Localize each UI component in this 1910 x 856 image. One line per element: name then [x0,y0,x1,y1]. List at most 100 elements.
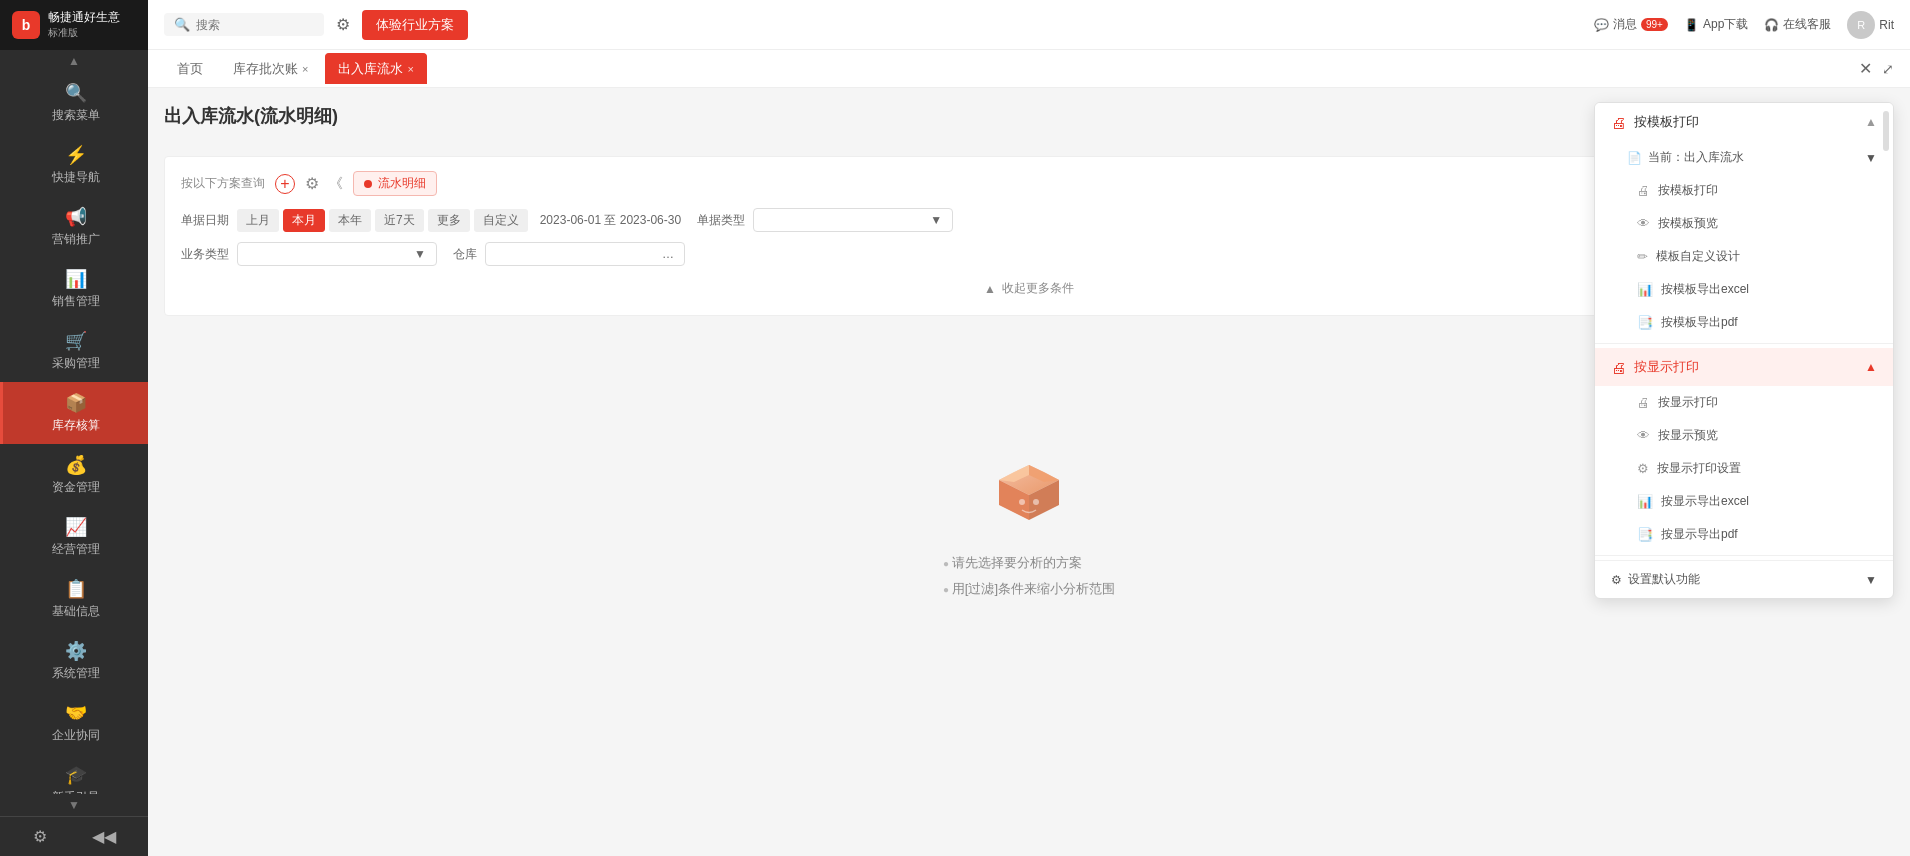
this-year-btn[interactable]: 本年 [329,209,371,232]
template-section-chevron-icon: ▲ [1865,115,1877,129]
sidebar-item-sales[interactable]: 📊 销售管理 [0,258,148,320]
display-preview-label: 按显示预览 [1658,427,1718,444]
sidebar-scroll-up[interactable]: ▲ [0,50,148,72]
message-label: 消息 [1613,16,1637,33]
scrollbar-thumb [1883,111,1889,151]
app-download-btn[interactable]: 📱 App下载 [1684,16,1748,33]
settings-button[interactable]: ⚙ [33,827,47,846]
sidebar-item-finance[interactable]: 💰 资金管理 [0,444,148,506]
filter-active-tag[interactable]: 流水明细 [353,171,437,196]
template-export-pdf-item[interactable]: 📑 按模板导出pdf [1595,306,1893,339]
template-custom-icon: ✏ [1637,249,1648,264]
app-logo-icon: b [12,11,40,39]
warehouse-select[interactable]: … [485,242,685,266]
tab-batch-account-close[interactable]: × [302,63,308,75]
sidebar-item-system[interactable]: ⚙️ 系统管理 [0,630,148,692]
sidebar-scroll-down[interactable]: ▼ [0,794,148,816]
current-template-header[interactable]: 📄 当前：出入库流水 ▼ [1595,141,1893,174]
user-avatar-btn[interactable]: R Rit [1847,11,1894,39]
date-range: 2023-06-01 至 2023-06-30 [540,212,681,229]
more-date-btn[interactable]: 更多 [428,209,470,232]
message-btn[interactable]: 💬 消息 99+ [1594,16,1668,33]
sidebar-item-search[interactable]: 🔍 搜索菜单 [0,72,148,134]
display-export-pdf-item[interactable]: 📑 按显示导出pdf [1595,518,1893,551]
set-default-btn[interactable]: ⚙ 设置默认功能 ▼ [1595,560,1893,598]
sidebar-nav: 🔍 搜索菜单 ⚡ 快捷导航 📢 营销推广 📊 销售管理 🛒 采购管理 📦 库存核… [0,72,148,794]
message-icon: 💬 [1594,18,1609,32]
search-input[interactable] [196,18,314,32]
template-custom-label: 模板自定义设计 [1656,248,1740,265]
template-print-item[interactable]: 🖨 按模板打印 [1595,174,1893,207]
sidebar-item-label-operation: 经营管理 [52,541,100,558]
filter-active-tag-label: 流水明细 [378,175,426,192]
sidebar-item-enterprise[interactable]: 🤝 企业协同 [0,692,148,754]
current-template-label: 当前：出入库流水 [1648,149,1744,166]
settings-icon[interactable]: ⚙ [336,15,350,34]
inventory-icon: 📦 [65,392,87,414]
set-default-label: 设置默认功能 [1628,571,1700,588]
page-title: 出入库流水(流水明细) [164,104,338,128]
sidebar-item-basic[interactable]: 📋 基础信息 [0,568,148,630]
dropdown-separator-2 [1595,555,1893,556]
display-print-item[interactable]: 🖨 按显示打印 [1595,386,1893,419]
display-section-chevron-icon: ▲ [1865,360,1877,374]
last-7-days-btn[interactable]: 近7天 [375,209,424,232]
maximize-icon[interactable]: ⤢ [1882,61,1894,77]
tab-batch-account[interactable]: 库存批次账 × [220,53,321,84]
template-print-section-label: 按模板打印 [1634,113,1699,131]
template-print-section-icon: 🖨 [1611,114,1626,131]
sidebar-bottom: ⚙ ◀◀ [0,816,148,856]
tabs-close-all-button[interactable]: ✕ [1859,59,1872,78]
template-print-section-header[interactable]: 🖨 按模板打印 ▲ [1595,103,1893,141]
page-content: 出入库流水(流水明细) 🖨 按模板打印 ▲ ↑ 导出 ↺ 刷新 [148,88,1910,856]
business-type-select[interactable]: ▼ [237,242,437,266]
template-print-label: 按模板打印 [1658,182,1718,199]
print-dropdown-panel: 🖨 按模板打印 ▲ 📄 当前：出入库流水 ▼ 🖨 按模板打印 👁 [1594,102,1894,599]
display-print-icon: 🖨 [1637,395,1650,410]
search-box[interactable]: 🔍 [164,13,324,36]
sidebar-item-quick-nav[interactable]: ⚡ 快捷导航 [0,134,148,196]
sidebar-item-purchase[interactable]: 🛒 采购管理 [0,320,148,382]
display-print-settings-item[interactable]: ⚙ 按显示打印设置 [1595,452,1893,485]
sidebar-item-marketing[interactable]: 📢 营销推广 [0,196,148,258]
app-name: 畅捷通好生意 [48,10,120,26]
basic-icon: 📋 [65,578,87,600]
filter-add-button[interactable]: + [275,174,295,194]
operation-icon: 📈 [65,516,87,538]
filter-settings-icon[interactable]: ⚙ [305,174,319,193]
dropdown-scrollbar[interactable] [1885,103,1891,598]
svg-point-5 [1019,499,1025,505]
template-export-excel-item[interactable]: 📊 按模板导出excel [1595,273,1893,306]
template-custom-item[interactable]: ✏ 模板自定义设计 [1595,240,1893,273]
sidebar-item-label-sales: 销售管理 [52,293,100,310]
template-preview-item[interactable]: 👁 按模板预览 [1595,207,1893,240]
display-print-section-header[interactable]: 🖨 按显示打印 ▲ [1595,348,1893,386]
sidebar-item-label-purchase: 采购管理 [52,355,100,372]
date-field: 单据日期 上月 本月 本年 近7天 更多 自定义 2023-06-01 至 20… [181,209,681,232]
tab-inout-flow[interactable]: 出入库流水 × [325,53,426,84]
app-download-label: App下载 [1703,16,1748,33]
tab-inout-flow-label: 出入库流水 [338,60,403,78]
tab-home[interactable]: 首页 [164,53,216,84]
sidebar-item-inventory[interactable]: 📦 库存核算 [0,382,148,444]
sidebar-item-newbie[interactable]: 🎓 新手引导 [0,754,148,794]
warehouse-label: 仓库 [453,246,477,263]
sidebar-item-operation[interactable]: 📈 经营管理 [0,506,148,568]
tab-inout-flow-close[interactable]: × [407,63,413,75]
sidebar-item-label-quick-nav: 快捷导航 [52,169,100,186]
doc-type-select[interactable]: ▼ [753,208,953,232]
trial-button[interactable]: 体验行业方案 [362,10,468,40]
search-icon: 🔍 [174,17,190,32]
custom-date-btn[interactable]: 自定义 [474,209,528,232]
this-month-btn[interactable]: 本月 [283,209,325,232]
last-month-btn[interactable]: 上月 [237,209,279,232]
collapse-button[interactable]: ◀◀ [92,827,116,846]
display-preview-item[interactable]: 👁 按显示预览 [1595,419,1893,452]
display-export-excel-item[interactable]: 📊 按显示导出excel [1595,485,1893,518]
display-excel-icon: 📊 [1637,494,1653,509]
message-badge: 99+ [1641,18,1668,31]
online-service-btn[interactable]: 🎧 在线客服 [1764,16,1831,33]
filter-collapse-icon[interactable]: 《 [329,175,343,193]
doc-type-field: 单据类型 ▼ [697,208,953,232]
template-pdf-icon: 📑 [1637,315,1653,330]
